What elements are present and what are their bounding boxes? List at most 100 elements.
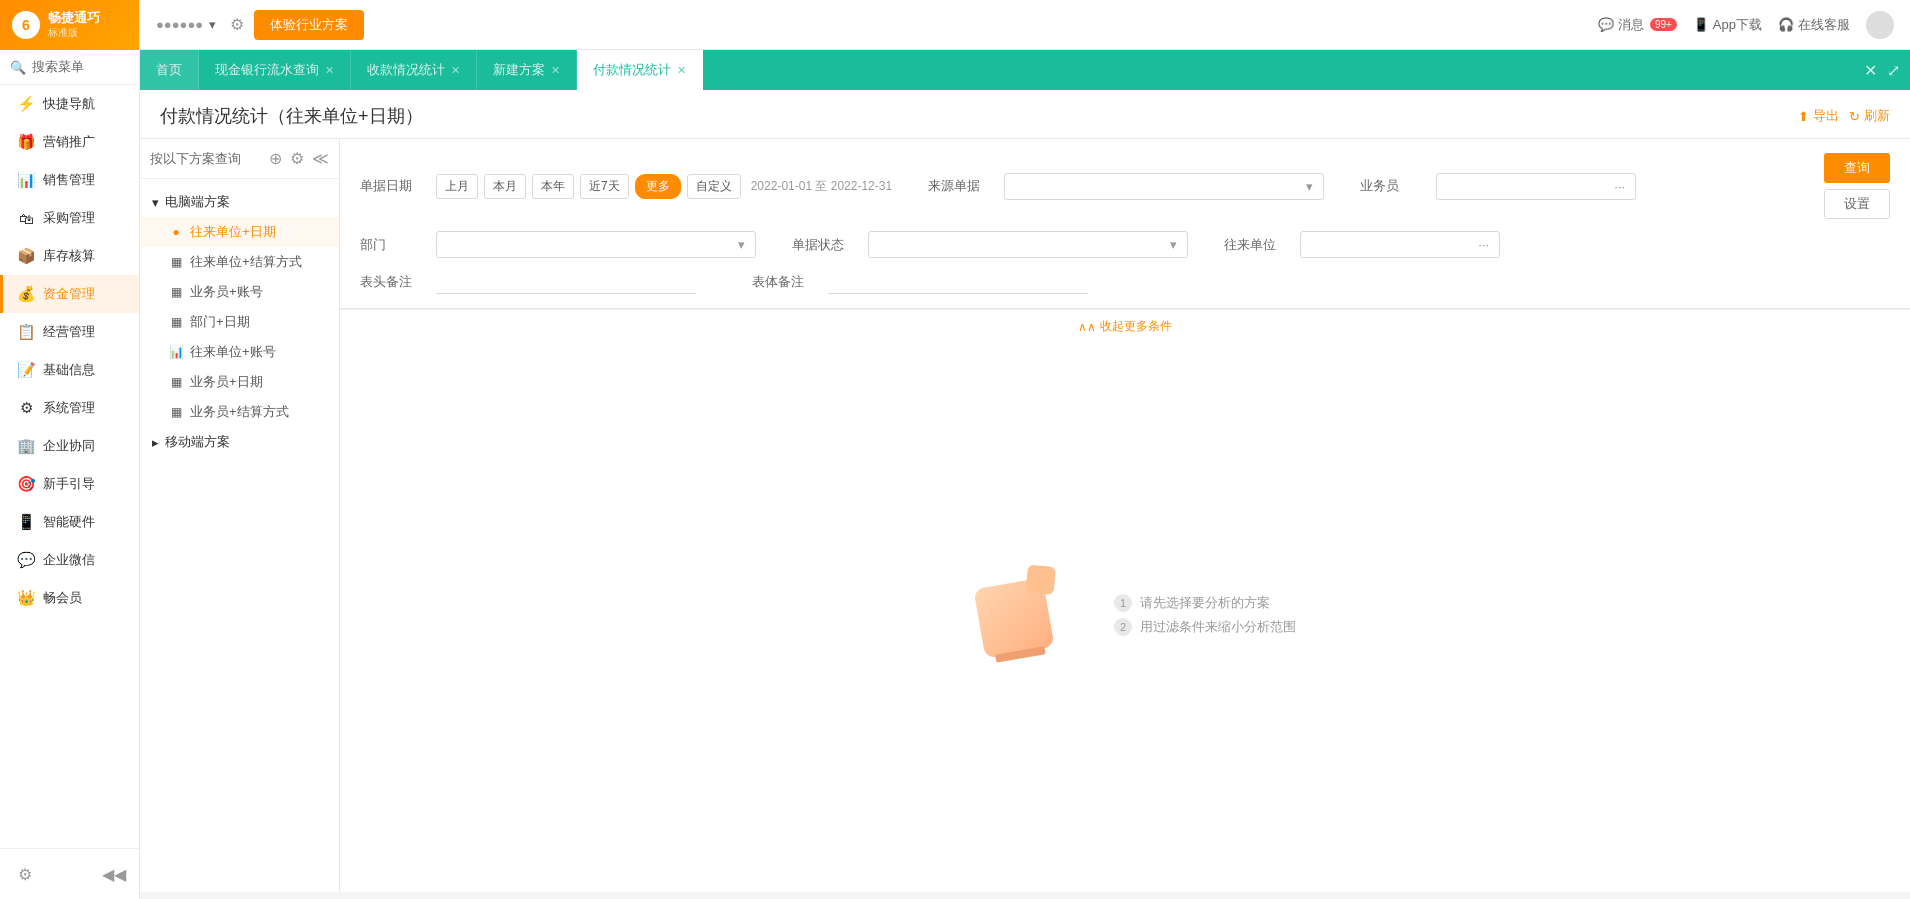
settings-footer-btn[interactable]: ⚙	[10, 859, 40, 889]
custom-date-btn[interactable]: 自定义	[687, 174, 741, 199]
avatar[interactable]	[1866, 11, 1894, 39]
tab-payment[interactable]: 付款情况统计 ✕	[577, 50, 703, 90]
refresh-btn[interactable]: ↻ 刷新	[1849, 107, 1890, 125]
home-tab-label: 首页	[156, 61, 182, 79]
sidebar-item-purchase[interactable]: 🛍 采购管理	[0, 199, 139, 237]
app-download-btn[interactable]: 📱 App下载	[1693, 16, 1762, 34]
operations-icon: 📋	[17, 323, 35, 341]
system-icon: ⚙	[17, 399, 35, 417]
mobile-group-header[interactable]: ▸ 移动端方案	[140, 427, 339, 457]
tab-home[interactable]: 首页	[140, 50, 199, 90]
partner-label: 往来单位	[1224, 236, 1284, 254]
sidebar-item-member[interactable]: 👑 畅会员	[0, 579, 139, 617]
payment-tab-close[interactable]: ✕	[677, 64, 686, 77]
tab-bank[interactable]: 现金银行流水查询 ✕	[199, 50, 351, 90]
settings-icon[interactable]: ⚙	[230, 15, 244, 34]
dept-chevron: ▾	[738, 237, 745, 252]
staff-select[interactable]: ···	[1436, 173, 1636, 200]
bank-tab-close[interactable]: ✕	[325, 64, 334, 77]
sidebar-item-inventory[interactable]: 📦 库存核算	[0, 237, 139, 275]
scheme-icon-2: ▦	[168, 284, 184, 300]
logo-name: 畅捷通巧	[48, 10, 100, 26]
scheme-icon-5: ▦	[168, 374, 184, 390]
online-service-btn[interactable]: 🎧 在线客服	[1778, 16, 1850, 34]
new-plan-tab-close[interactable]: ✕	[551, 64, 560, 77]
more-date-btn[interactable]: 更多	[635, 174, 681, 199]
sidebar-item-capital[interactable]: 💰 资金管理	[0, 275, 139, 313]
collapse-sidebar-btn[interactable]: ◀◀	[99, 859, 129, 889]
sidebar-item-wechat[interactable]: 💬 企业微信	[0, 541, 139, 579]
app-icon: 📱	[1693, 17, 1709, 32]
scheme-settings-btn[interactable]: ⚙	[290, 149, 304, 168]
sidebar-logo: 6 畅捷通巧 标准版	[0, 0, 139, 50]
collapse-panel-btn[interactable]: ≪	[312, 149, 329, 168]
this-month-btn[interactable]: 本月	[484, 174, 526, 199]
sidebar-item-shortcuts[interactable]: ⚡ 快捷导航	[0, 85, 139, 123]
status-label: 单据状态	[792, 236, 852, 254]
mobile-expand-icon: ▸	[152, 435, 159, 450]
scheme-partner-settle[interactable]: ▦ 往来单位+结算方式	[140, 247, 339, 277]
desktop-group-header[interactable]: ▾ 电脑端方案	[140, 187, 339, 217]
sidebar-item-system[interactable]: ⚙ 系统管理	[0, 389, 139, 427]
inventory-icon: 📦	[17, 247, 35, 265]
scheme-staff-account[interactable]: ▦ 业务员+账号	[140, 277, 339, 307]
collapse-label: 收起更多条件	[1100, 318, 1172, 335]
trial-btn[interactable]: 体验行业方案	[254, 10, 364, 40]
tab-receipts[interactable]: 收款情况统计 ✕	[351, 50, 477, 90]
purchase-icon: 🛍	[17, 209, 35, 227]
empty-state: 1 请先选择要分析的方案 2 用过滤条件来缩小分析范围	[340, 343, 1910, 892]
collapse-bar[interactable]: ∧∧ 收起更多条件	[340, 309, 1910, 343]
sidebar-item-enterprise[interactable]: 🏢 企业协同	[0, 427, 139, 465]
topbar-right: 💬 消息 99+ 📱 App下载 🎧 在线客服	[1598, 11, 1894, 39]
filter-row-1: 单据日期 上月 本月 本年 近7天 更多 自定义 2022-01-01 至 20…	[360, 153, 1890, 219]
sidebar-item-sales[interactable]: 📊 销售管理	[0, 161, 139, 199]
filter-settings-btn[interactable]: 设置	[1824, 189, 1890, 219]
sidebar-search[interactable]: 🔍 搜索菜单	[0, 50, 139, 85]
scheme-dept-date[interactable]: ▦ 部门+日期	[140, 307, 339, 337]
scheme-staff-settle[interactable]: ▦ 业务员+结算方式	[140, 397, 339, 427]
refresh-icon: ↻	[1849, 109, 1860, 124]
sidebar-item-operations[interactable]: 📋 经营管理	[0, 313, 139, 351]
last-7days-btn[interactable]: 近7天	[580, 174, 629, 199]
message-icon: 💬	[1598, 17, 1614, 32]
staff-chevron: ···	[1614, 179, 1625, 194]
this-year-btn[interactable]: 本年	[532, 174, 574, 199]
date-label: 单据日期	[360, 177, 420, 195]
export-btn[interactable]: ⬆ 导出	[1798, 107, 1839, 125]
search-label: 搜索菜单	[32, 58, 84, 76]
sales-icon: 📊	[17, 171, 35, 189]
company-name: ●●●●●●	[156, 17, 203, 32]
notification-btn[interactable]: 💬 消息 99+	[1598, 16, 1677, 34]
last-month-btn[interactable]: 上月	[436, 174, 478, 199]
source-select[interactable]: ▾	[1004, 173, 1324, 200]
expand-icon: ▾	[152, 195, 159, 210]
scheme-partner-account[interactable]: 📊 往来单位+账号	[140, 337, 339, 367]
header-note-input[interactable]	[436, 270, 696, 294]
sidebar-item-hardware[interactable]: 📱 智能硬件	[0, 503, 139, 541]
close-all-tabs-btn[interactable]: ✕	[1864, 61, 1877, 80]
source-label: 来源单据	[928, 177, 988, 195]
partner-select[interactable]: ···	[1300, 231, 1500, 258]
scheme-icon-6: ▦	[168, 404, 184, 420]
scheme-partner-date[interactable]: ● 往来单位+日期	[140, 217, 339, 247]
shortcuts-icon: ⚡	[17, 95, 35, 113]
expand-btn[interactable]: ⤢	[1887, 61, 1900, 80]
tab-new-plan[interactable]: 新建方案 ✕	[477, 50, 577, 90]
chevron-down-icon: ▾	[209, 17, 216, 32]
scheme-staff-date[interactable]: ▦ 业务员+日期	[140, 367, 339, 397]
query-btn[interactable]: 查询	[1824, 153, 1890, 183]
receipts-tab-close[interactable]: ✕	[451, 64, 460, 77]
sidebar-item-guide[interactable]: 🎯 新手引导	[0, 465, 139, 503]
sidebar-nav: ⚡ 快捷导航 🎁 营销推广 📊 销售管理 🛍 采购管理 📦 库存核算 💰 资金管…	[0, 85, 139, 848]
bank-tab-label: 现金银行流水查询	[215, 61, 319, 79]
company-selector[interactable]: ●●●●●● ▾	[156, 17, 216, 32]
sidebar-item-marketing[interactable]: 🎁 营销推广	[0, 123, 139, 161]
status-select[interactable]: ▾	[868, 231, 1188, 258]
sidebar-item-basic[interactable]: 📝 基础信息	[0, 351, 139, 389]
add-scheme-btn[interactable]: ⊕	[269, 149, 282, 168]
dept-select[interactable]: ▾	[436, 231, 756, 258]
empty-hint-1: 1 请先选择要分析的方案	[1114, 594, 1296, 612]
new-plan-tab-label: 新建方案	[493, 61, 545, 79]
mobile-group-label: 移动端方案	[165, 433, 230, 451]
body-note-input[interactable]	[828, 270, 1088, 294]
